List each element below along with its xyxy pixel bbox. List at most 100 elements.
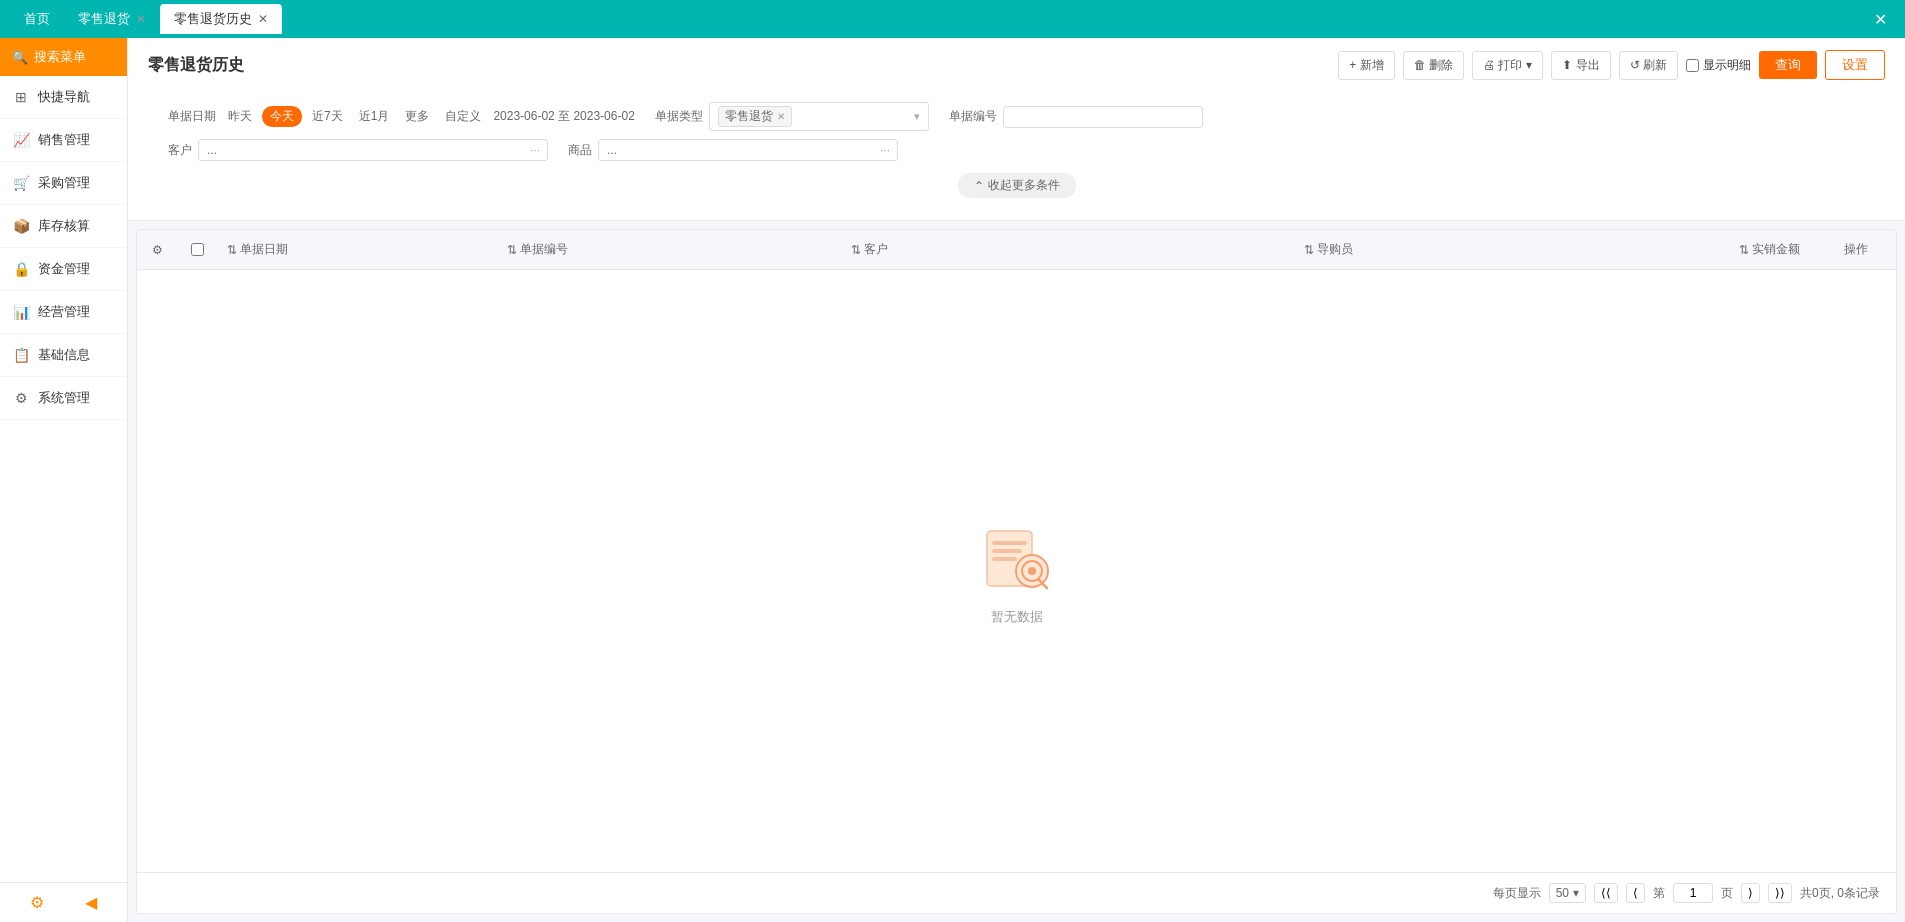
customer-input[interactable]: [198, 139, 548, 161]
sidebar-item-purchase-mgmt[interactable]: 🛒 采购管理: [0, 162, 127, 205]
show-detail-checkbox[interactable]: [1686, 59, 1699, 72]
settings-bottom-icon[interactable]: ⚙: [30, 893, 44, 912]
sidebar-item-basic-info[interactable]: 📋 基础信息: [0, 334, 127, 377]
sidebar-search[interactable]: 🔍 搜索菜单: [0, 38, 127, 76]
collapse-button[interactable]: ⌃ 收起更多条件: [958, 173, 1076, 198]
th-date[interactable]: ⇅ 单据日期: [217, 241, 497, 258]
collapse-arrow-icon: ⌃: [974, 179, 984, 193]
tab-home[interactable]: 首页: [10, 4, 64, 34]
date-filter-item: 单据日期 昨天 今天 近7天 近1月 更多 自定义 2023-06-02 至 2…: [168, 106, 635, 127]
date-shortcut-month[interactable]: 近1月: [353, 106, 396, 127]
collapse-sidebar-icon[interactable]: ◀: [85, 893, 97, 912]
svg-rect-3: [992, 557, 1017, 561]
sort-customer-icon: ⇅: [851, 243, 861, 257]
bill-no-input[interactable]: [1003, 106, 1203, 128]
page-last-button[interactable]: ⟩⟩: [1768, 883, 1792, 903]
bill-no-filter-item: 单据编号: [949, 106, 1203, 128]
page-prev-button[interactable]: ⟨: [1626, 883, 1645, 903]
bill-type-label: 单据类型: [655, 108, 703, 125]
date-filter-label: 单据日期: [168, 108, 216, 125]
query-button[interactable]: 查询: [1759, 51, 1817, 79]
goods-input[interactable]: [598, 139, 898, 161]
sidebar-item-finance[interactable]: 🔒 资金管理: [0, 248, 127, 291]
sidebar-item-quick-nav[interactable]: ⊞ 快捷导航: [0, 76, 127, 119]
sort-bill-no-icon: ⇅: [507, 243, 517, 257]
th-guide[interactable]: ⇅ 导购员: [1294, 241, 1574, 258]
settings-button[interactable]: 设置: [1825, 50, 1885, 80]
sales-mgmt-icon: 📈: [12, 131, 30, 149]
delete-button[interactable]: 🗑 删除: [1403, 51, 1464, 80]
empty-state-icon: [977, 516, 1057, 596]
filter-area: 单据日期 昨天 今天 近7天 近1月 更多 自定义 2023-06-02 至 2…: [148, 92, 1885, 220]
bill-type-tag-close[interactable]: ✕: [777, 111, 785, 122]
print-button[interactable]: 🖨 打印 ▾: [1472, 51, 1543, 80]
th-checkbox[interactable]: [177, 243, 217, 256]
toolbar-buttons: + 新增 🗑 删除 🖨 打印 ▾ ⬆ 导出 ↺ 刷新 显示明细 查询 设置: [1338, 50, 1885, 80]
date-shortcut-custom[interactable]: 自定义: [439, 106, 487, 127]
table-header: ⚙ ⇅ 单据日期 ⇅ 单据编号 ⇅ 客户 ⇅: [137, 230, 1896, 270]
sidebar-item-inventory[interactable]: 📦 库存核算: [0, 205, 127, 248]
settings-icon: ⚙: [152, 243, 163, 257]
goods-input-ellipsis: ···: [880, 143, 890, 157]
page-title: 零售退货历史: [148, 55, 244, 76]
page-next-button[interactable]: ⟩: [1741, 883, 1760, 903]
date-shortcut-week[interactable]: 近7天: [306, 106, 349, 127]
customer-label: 客户: [168, 142, 192, 159]
sidebar-item-sales-mgmt[interactable]: 📈 销售管理: [0, 119, 127, 162]
system-mgmt-icon: ⚙: [12, 389, 30, 407]
window-close-button[interactable]: ✕: [1866, 6, 1895, 33]
date-range-text: 2023-06-02 至 2023-06-02: [493, 108, 634, 125]
purchase-mgmt-icon: 🛒: [12, 174, 30, 192]
sort-date-icon: ⇅: [227, 243, 237, 257]
operations-icon: 📊: [12, 303, 30, 321]
date-shortcut-more[interactable]: 更多: [399, 106, 435, 127]
bill-type-filter-item: 单据类型 零售退货 ✕ ▾: [655, 102, 929, 131]
tab-bar: 首页 零售退货 ✕ 零售退货历史 ✕ ✕: [0, 0, 1905, 38]
refresh-button[interactable]: ↺ 刷新: [1619, 51, 1678, 80]
svg-point-7: [1028, 567, 1036, 575]
pagination: 每页显示 50 ▾ ⟨⟨ ⟨ 第 页 ⟩ ⟩⟩ 共0页, 0条记录: [137, 872, 1896, 913]
date-shortcuts: 昨天 今天 近7天 近1月 更多 自定义: [222, 106, 487, 127]
page-input[interactable]: [1673, 883, 1713, 903]
bill-type-select[interactable]: 零售退货 ✕ ▾: [709, 102, 929, 131]
page-size-select[interactable]: 50 ▾: [1549, 883, 1586, 903]
th-bill-no[interactable]: ⇅ 单据编号: [497, 241, 842, 258]
svg-rect-1: [992, 541, 1027, 545]
select-all-checkbox[interactable]: [191, 243, 204, 256]
date-shortcut-today[interactable]: 今天: [262, 106, 302, 127]
sidebar-item-operations[interactable]: 📊 经营管理: [0, 291, 127, 334]
empty-text: 暂无数据: [991, 608, 1043, 626]
filter-row-1: 单据日期 昨天 今天 近7天 近1月 更多 自定义 2023-06-02 至 2…: [168, 102, 1865, 131]
content-area: 零售退货历史 + 新增 🗑 删除 🖨 打印 ▾ ⬆ 导出 ↺ 刷新 显示明细 查…: [128, 38, 1905, 922]
th-customer[interactable]: ⇅ 客户: [841, 241, 1294, 258]
th-settings[interactable]: ⚙: [137, 243, 177, 257]
export-button[interactable]: ⬆ 导出: [1551, 51, 1610, 80]
print-dropdown-icon: ▾: [1526, 58, 1532, 72]
page-title-row: 零售退货历史 + 新增 🗑 删除 🖨 打印 ▾ ⬆ 导出 ↺ 刷新 显示明细 查…: [148, 50, 1885, 80]
table-container: ⚙ ⇅ 单据日期 ⇅ 单据编号 ⇅ 客户 ⇅: [136, 229, 1897, 914]
th-amount[interactable]: ⇅ 实销金额: [1574, 241, 1816, 258]
th-op: 操作: [1816, 241, 1896, 258]
main-layout: 🔍 搜索菜单 ⊞ 快捷导航 📈 销售管理 🛒 采购管理 📦 库存核算 🔒 资金管…: [0, 38, 1905, 922]
finance-icon: 🔒: [12, 260, 30, 278]
customer-input-ellipsis: ···: [530, 143, 540, 157]
svg-rect-2: [992, 549, 1022, 553]
bill-type-tag: 零售退货 ✕: [718, 106, 792, 127]
empty-state: 暂无数据: [137, 270, 1896, 872]
date-shortcut-yesterday[interactable]: 昨天: [222, 106, 258, 127]
customer-filter-item: 客户 ···: [168, 139, 548, 161]
tab-retail-return-history[interactable]: 零售退货历史 ✕: [160, 4, 282, 34]
inventory-icon: 📦: [12, 217, 30, 235]
sidebar: 🔍 搜索菜单 ⊞ 快捷导航 📈 销售管理 🛒 采购管理 📦 库存核算 🔒 资金管…: [0, 38, 128, 922]
goods-filter-item: 商品 ···: [568, 139, 898, 161]
sidebar-item-system-mgmt[interactable]: ⚙ 系统管理: [0, 377, 127, 420]
show-detail-label: 显示明细: [1686, 57, 1751, 74]
page-first-button[interactable]: ⟨⟨: [1594, 883, 1618, 903]
tab-retail-return[interactable]: 零售退货 ✕: [64, 4, 160, 34]
page-size-dropdown-icon: ▾: [1573, 886, 1579, 900]
new-button[interactable]: + 新增: [1338, 51, 1394, 80]
tab-retail-return-close[interactable]: ✕: [136, 12, 146, 26]
tab-retail-return-history-close[interactable]: ✕: [258, 12, 268, 26]
basic-info-icon: 📋: [12, 346, 30, 364]
sidebar-bottom: ⚙ ◀: [0, 882, 127, 922]
